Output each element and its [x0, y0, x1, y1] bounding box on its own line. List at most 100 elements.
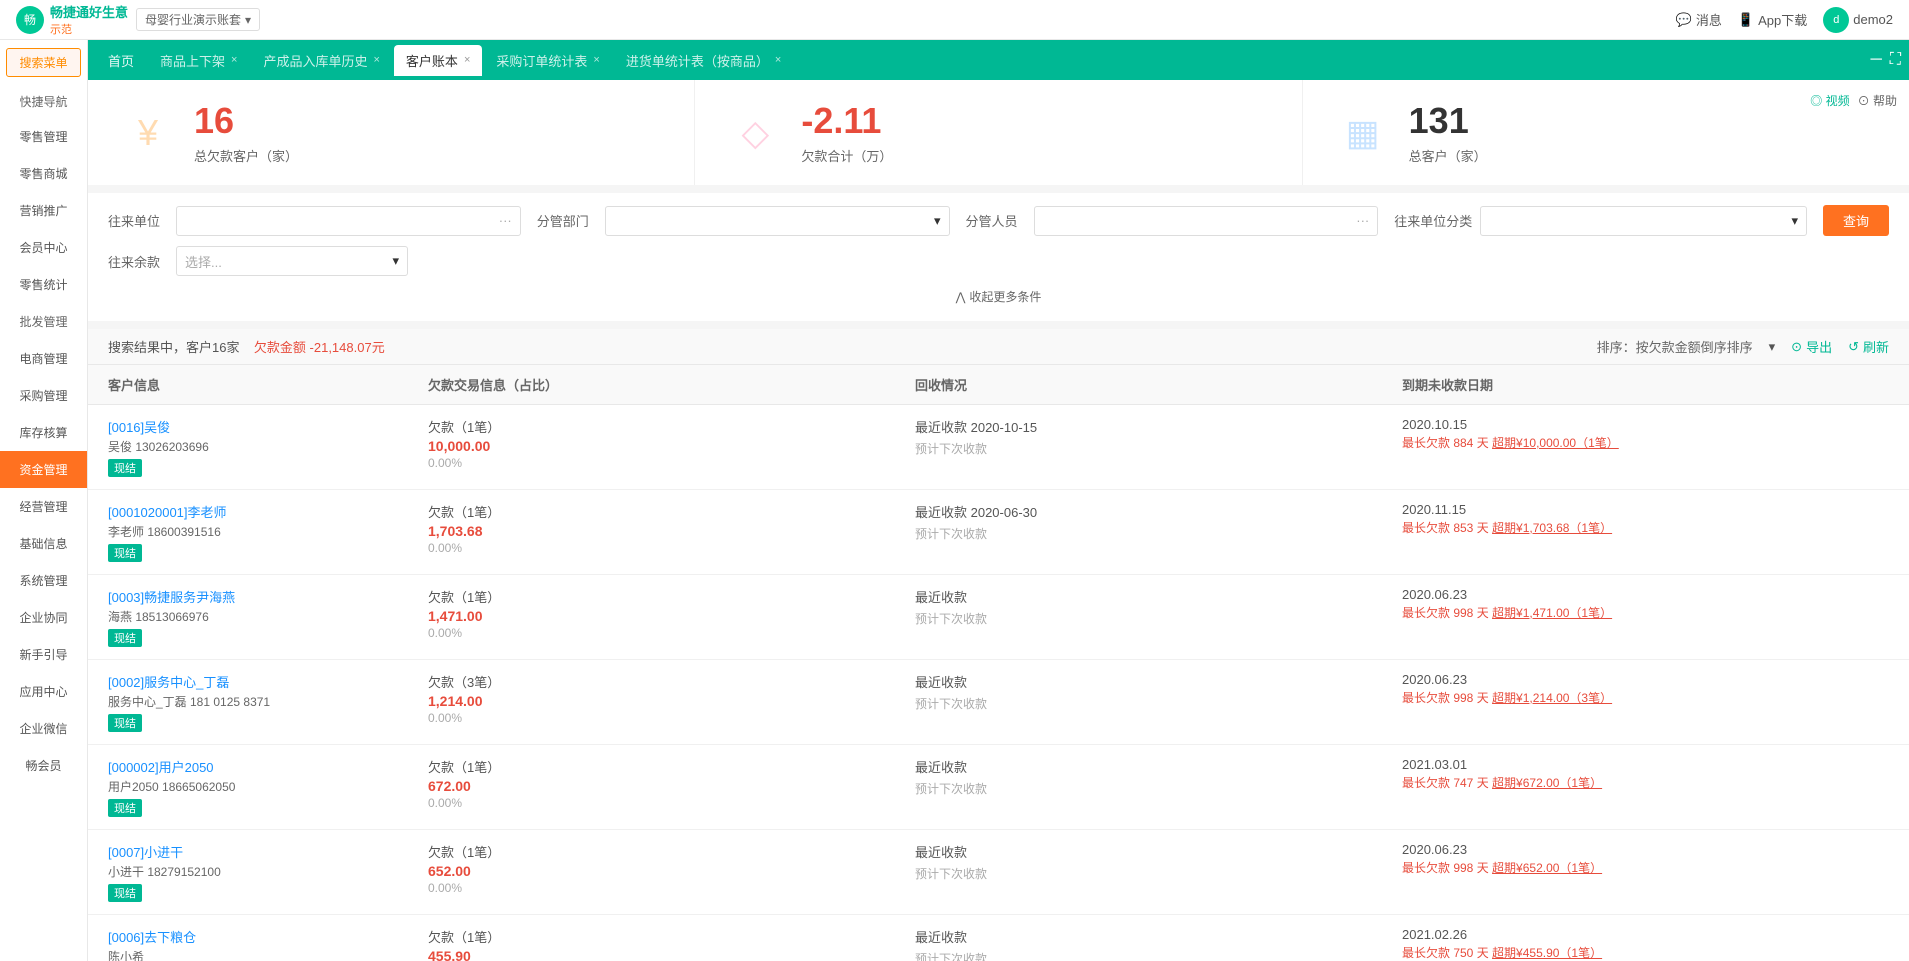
filter-item-person: 分管人员 ···	[966, 206, 1379, 236]
app-name: 畅捷通好生意 示范	[50, 2, 128, 37]
search-button[interactable]: 查询	[1823, 205, 1889, 236]
sidebar-item-quick-nav[interactable]: 快捷导航	[0, 85, 87, 118]
refresh-icon: ↺	[1848, 339, 1859, 355]
customer-name-link-3[interactable]: [0002]服务中心_丁磊	[108, 675, 229, 690]
app-logo: 畅 畅捷通好生意 示范	[16, 2, 128, 37]
user-avatar[interactable]: d demo2	[1823, 7, 1893, 33]
debt-amount-2: 1,471.00	[428, 608, 915, 624]
customer-name-link-0[interactable]: [0016]吴俊	[108, 420, 170, 435]
tab-bar-actions: ─ ⛶	[1870, 51, 1901, 69]
tab-goods-stats[interactable]: 进货单统计表（按商品） ×	[614, 45, 793, 76]
filter-label-unit: 往来单位	[108, 211, 168, 230]
overdue-link-0[interactable]: 超期¥10,000.00（1笔）	[1492, 436, 1619, 450]
sidebar-item-enterprise-collab[interactable]: 企业协同	[0, 599, 87, 636]
search-menu-btn[interactable]: 搜索菜单	[6, 48, 81, 77]
col-header-customer: 客户信息	[108, 375, 428, 394]
sidebar-item-guide[interactable]: 新手引导	[0, 636, 87, 673]
sidebar-item-purchase[interactable]: 采购管理	[0, 377, 87, 414]
overdue-link-5[interactable]: 超期¥652.00（1笔）	[1492, 861, 1602, 875]
overdue-link-6[interactable]: 超期¥455.90（1笔）	[1492, 946, 1602, 960]
customer-tag-1: 现结	[108, 544, 142, 562]
tab-product-listing[interactable]: 商品上下架 ×	[148, 45, 249, 76]
app-download-btn[interactable]: 📱 App下载	[1738, 10, 1807, 29]
overdue-link-3[interactable]: 超期¥1,214.00（3笔）	[1492, 691, 1612, 705]
tab-close-btn[interactable]: ×	[231, 54, 237, 66]
filter-input-unit[interactable]: ···	[176, 206, 521, 236]
tab-close-btn[interactable]: ×	[593, 54, 599, 66]
customer-info-2: [0003]畅捷服务尹海燕 海燕 18513066976 现结	[108, 587, 428, 647]
sidebar-item-ecommerce[interactable]: 电商管理	[0, 340, 87, 377]
stats-row: ¥ 16 总欠款客户（家） ◇ -2.11 欠款合计（万）	[88, 80, 1909, 185]
customer-phone-0: 吴俊 13026203696	[108, 438, 428, 455]
stat-number-debt-customers: 16	[194, 100, 298, 142]
sort-dropdown[interactable]: ▾	[1769, 339, 1776, 355]
overdue-link-1[interactable]: 超期¥1,703.68（1笔）	[1492, 521, 1612, 535]
tab-close-btn[interactable]: ×	[373, 54, 379, 66]
sidebar-item-basic-info[interactable]: 基础信息	[0, 525, 87, 562]
customer-info-5: [0007]小进干 小进干 18279152100 现结	[108, 842, 428, 902]
debt-percent-2: 0.00%	[428, 626, 915, 640]
debt-amount-3: 1,214.00	[428, 693, 915, 709]
tab-maximize-btn[interactable]: ⛶	[1890, 51, 1901, 69]
sidebar-item-retail-stats[interactable]: 零售统计	[0, 266, 87, 303]
table-header: 客户信息 欠款交易信息（占比） 回收情况 到期未收款日期	[88, 365, 1909, 405]
customer-name-link-2[interactable]: [0003]畅捷服务尹海燕	[108, 590, 235, 605]
chevron-down-icon-3: ▾	[392, 253, 399, 269]
sidebar-item-inventory[interactable]: 库存核算	[0, 414, 87, 451]
filter-input-person[interactable]: ···	[1034, 206, 1379, 236]
sidebar-item-marketing[interactable]: 营销推广	[0, 192, 87, 229]
stat-icon-diamond: ◇	[725, 103, 785, 163]
sidebar-item-chang-member[interactable]: 畅会员	[0, 747, 87, 784]
sidebar-item-operations[interactable]: 经营管理	[0, 488, 87, 525]
collapse-btn[interactable]: ⋀ 收起更多条件	[956, 284, 1042, 309]
tab-minimize-btn[interactable]: ─	[1870, 51, 1881, 69]
debt-percent-3: 0.00%	[428, 711, 915, 725]
results-actions: 排序：按欠款金额倒序排序 ▾ ⊙ 导出 ↺ 刷新	[1597, 337, 1889, 356]
tab-close-btn[interactable]: ×	[775, 54, 781, 66]
payback-info-5: 最近收款 预计下次收款	[915, 842, 1402, 882]
tab-close-btn[interactable]: ×	[464, 54, 470, 66]
filter-select-category[interactable]: ▾	[1480, 206, 1807, 236]
customer-name-link-1[interactable]: [0001020001]李老师	[108, 505, 227, 520]
tab-home[interactable]: 首页	[96, 45, 146, 76]
debt-count-1: 欠款（1笔）	[428, 502, 915, 521]
sort-label: 排序：按欠款金额倒序排序	[1597, 337, 1753, 356]
payback-next-3: 预计下次收款	[915, 695, 1402, 712]
sidebar-item-system[interactable]: 系统管理	[0, 562, 87, 599]
help-btn[interactable]: ⊙ 帮助	[1858, 92, 1897, 109]
results-summary: 搜索结果中，客户16家 欠款金额 -21,148.07元 排序：按欠款金额倒序排…	[88, 329, 1909, 365]
debt-info-0: 欠款（1笔） 10,000.00 0.00%	[428, 417, 915, 470]
video-btn[interactable]: ◎ 视频	[1810, 92, 1849, 109]
chevron-down-icon: ▾	[245, 13, 251, 27]
refresh-btn[interactable]: ↺ 刷新	[1848, 337, 1889, 356]
sidebar-item-retail-mall[interactable]: 零售商城	[0, 155, 87, 192]
sidebar-item-enterprise-wechat[interactable]: 企业微信	[0, 710, 87, 747]
sidebar-item-retail-mgmt[interactable]: 零售管理	[0, 118, 87, 155]
debt-info-3: 欠款（3笔） 1,214.00 0.00%	[428, 672, 915, 725]
sidebar-item-finance[interactable]: 资金管理	[0, 451, 87, 488]
overdue-link-4[interactable]: 超期¥672.00（1笔）	[1492, 776, 1602, 790]
message-btn[interactable]: 💬 消息	[1676, 10, 1722, 29]
col-header-debt: 欠款交易信息（占比）	[428, 375, 915, 394]
stat-card-debt-total: ◇ -2.11 欠款合计（万）	[695, 80, 1302, 185]
message-icon: 💬	[1676, 12, 1692, 28]
overdue-info-5: 2020.06.23 最长欠款 998 天 超期¥652.00（1笔）	[1402, 842, 1889, 876]
export-btn[interactable]: ⊙ 导出	[1791, 337, 1832, 356]
overdue-link-2[interactable]: 超期¥1,471.00（1笔）	[1492, 606, 1612, 620]
tab-customer-ledger[interactable]: 客户账本 ×	[394, 45, 482, 76]
customer-name-link-4[interactable]: [000002]用户2050	[108, 760, 214, 775]
customer-name-link-5[interactable]: [0007]小进干	[108, 845, 183, 860]
debt-info-2: 欠款（1笔） 1,471.00 0.00%	[428, 587, 915, 640]
filter-select-dept[interactable]: ▾	[605, 206, 950, 236]
debt-percent-0: 0.00%	[428, 456, 915, 470]
debt-count-3: 欠款（3笔）	[428, 672, 915, 691]
sidebar-item-app-center[interactable]: 应用中心	[0, 673, 87, 710]
filter-select-balance[interactable]: 选择... ▾	[176, 246, 408, 276]
sidebar-item-wholesale[interactable]: 批发管理	[0, 303, 87, 340]
tenant-selector[interactable]: 母婴行业演示账套 ▾	[136, 8, 260, 31]
sidebar-item-member[interactable]: 会员中心	[0, 229, 87, 266]
debt-amount-4: 672.00	[428, 778, 915, 794]
customer-name-link-6[interactable]: [0006]去下粮仓	[108, 930, 196, 945]
tab-finished-goods[interactable]: 产成品入库单历史 ×	[251, 45, 391, 76]
tab-purchase-stats[interactable]: 采购订单统计表 ×	[484, 45, 611, 76]
